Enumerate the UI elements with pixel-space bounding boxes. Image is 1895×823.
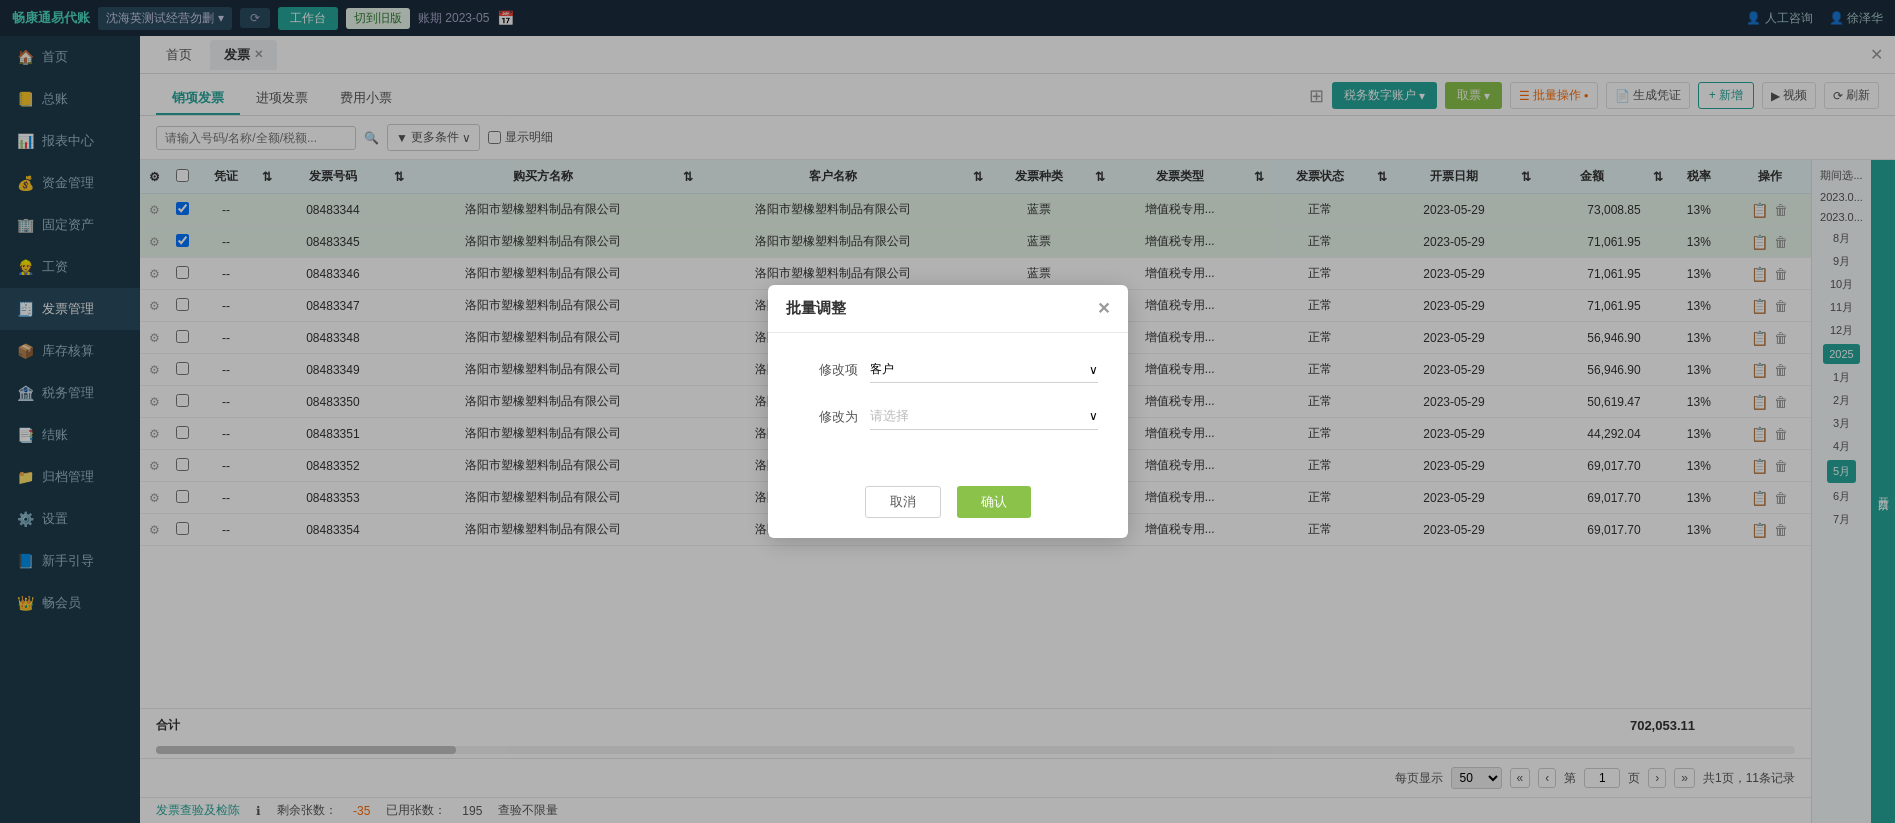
modify-to-select[interactable]: 请选择 ∨ xyxy=(870,403,1098,430)
modify-to-placeholder: 请选择 xyxy=(870,407,909,425)
confirm-btn[interactable]: 确认 xyxy=(957,486,1031,518)
cancel-btn[interactable]: 取消 xyxy=(865,486,941,518)
modify-to-chevron: ∨ xyxy=(1089,409,1098,423)
modify-item-chevron: ∨ xyxy=(1089,363,1098,377)
modal-overlay[interactable]: 批量调整 ✕ 修改项 客户 ∨ 修改为 请选择 ∨ 取消 确认 xyxy=(0,0,1895,823)
modal-header: 批量调整 ✕ xyxy=(768,285,1128,333)
modify-item-select[interactable]: 客户 ∨ xyxy=(870,357,1098,383)
modal-footer: 取消 确认 xyxy=(768,474,1128,538)
modify-item-value: 客户 xyxy=(870,361,894,378)
batch-adjust-modal: 批量调整 ✕ 修改项 客户 ∨ 修改为 请选择 ∨ 取消 确认 xyxy=(768,285,1128,538)
modal-close-btn[interactable]: ✕ xyxy=(1097,299,1110,318)
modal-body: 修改项 客户 ∨ 修改为 请选择 ∨ xyxy=(768,333,1128,474)
modify-to-row: 修改为 请选择 ∨ xyxy=(798,403,1098,430)
modify-to-label: 修改为 xyxy=(798,408,858,426)
modify-item-row: 修改项 客户 ∨ xyxy=(798,357,1098,383)
modal-title: 批量调整 xyxy=(786,299,846,318)
modify-item-label: 修改项 xyxy=(798,361,858,379)
